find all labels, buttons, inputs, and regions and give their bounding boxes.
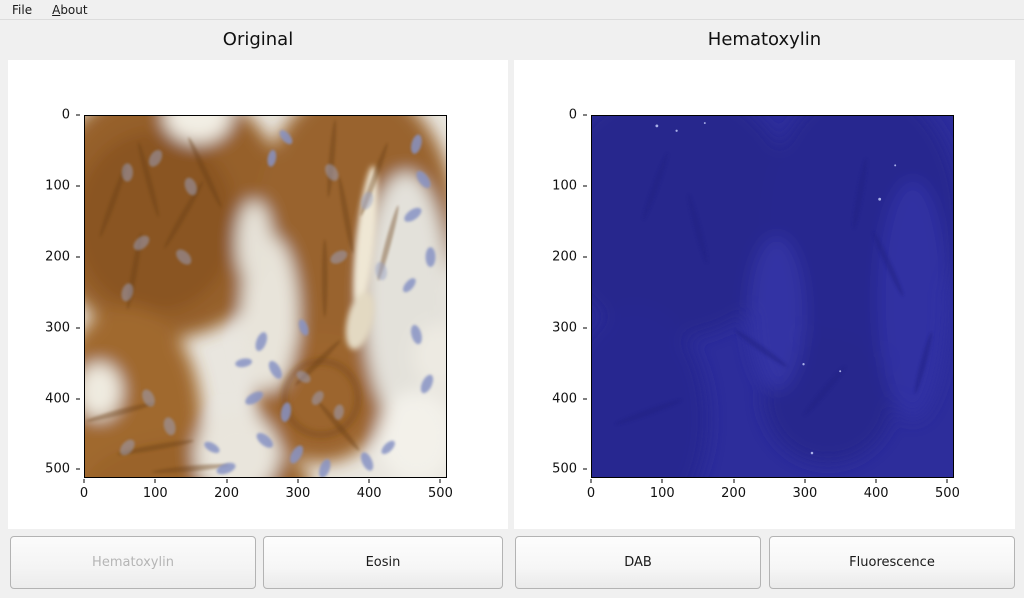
tick-mark [368,479,370,483]
tick-mark [76,256,80,258]
x-tick-label: 100 [649,486,675,501]
original-figure-panel: 0 100 200 300 400 500 0 100 200 300 400 … [8,60,508,529]
tick-mark [590,479,592,483]
tick-mark [297,479,299,483]
y-tick-label: 500 [552,461,577,477]
x-tick-label: 200 [214,486,239,501]
hematoxylin-x-axis: 0 100 200 300 400 500 [587,478,960,502]
hematoxylin-title: Hematoxylin [707,29,822,50]
y-tick-label: 300 [552,320,577,336]
tick-mark [226,479,228,483]
y-tick-label: 400 [45,391,70,407]
tick-mark [875,479,877,483]
tick-mark [583,185,587,187]
x-tick-label: 500 [935,486,960,501]
tick-mark [583,327,587,329]
x-tick-label: 0 [586,486,596,501]
y-tick-label: 0 [568,107,577,123]
y-tick-label: 500 [45,461,70,477]
x-tick-label: 100 [142,486,168,501]
fluorescence-button[interactable]: Fluorescence [769,536,1015,589]
tick-mark [661,479,663,483]
x-tick-label: 400 [356,486,382,501]
x-tick-label: 400 [863,486,889,501]
tick-mark [76,327,80,329]
tick-mark [946,479,948,483]
tick-mark [76,185,80,187]
dab-button[interactable]: DAB [515,536,761,589]
tick-mark [733,479,735,483]
y-tick-label: 200 [45,249,70,265]
original-title: Original [222,29,294,50]
menu-file[interactable]: File [10,1,34,19]
y-tick-label: 0 [61,107,70,123]
app-window: File About Original Hematoxylin 0 100 20… [0,0,1024,598]
menu-bar: File About [0,0,1024,20]
y-tick-label: 300 [45,320,70,336]
menu-about[interactable]: About [50,1,90,19]
tick-mark [583,256,587,258]
hematoxylin-image [591,115,954,478]
tick-mark [583,398,587,400]
tick-mark [583,468,587,470]
x-tick-label: 300 [285,486,311,501]
y-tick-label: 400 [552,391,577,407]
tick-mark [76,398,80,400]
x-tick-label: 0 [79,486,89,501]
tick-mark [804,479,806,483]
tick-mark [76,468,80,470]
original-image [84,115,447,478]
x-tick-label: 200 [721,486,746,501]
original-x-axis: 0 100 200 300 400 500 [80,478,453,502]
original-y-axis: 0 100 200 300 400 500 [8,108,80,478]
x-tick-label: 300 [792,486,818,501]
tick-mark [76,114,80,116]
tick-mark [83,479,85,483]
hematoxylin-figure-panel: 0 100 200 300 400 500 0 100 200 300 400 … [514,60,1015,529]
hematoxylin-button[interactable]: Hematoxylin [10,536,256,589]
y-tick-label: 100 [45,178,70,194]
tick-mark [583,114,587,116]
y-tick-label: 200 [552,249,577,265]
eosin-button[interactable]: Eosin [263,536,503,589]
tick-mark [154,479,156,483]
y-tick-label: 100 [552,178,577,194]
hematoxylin-y-axis: 0 100 200 300 400 500 [515,108,587,478]
x-tick-label: 500 [428,486,453,501]
tick-mark [439,479,441,483]
